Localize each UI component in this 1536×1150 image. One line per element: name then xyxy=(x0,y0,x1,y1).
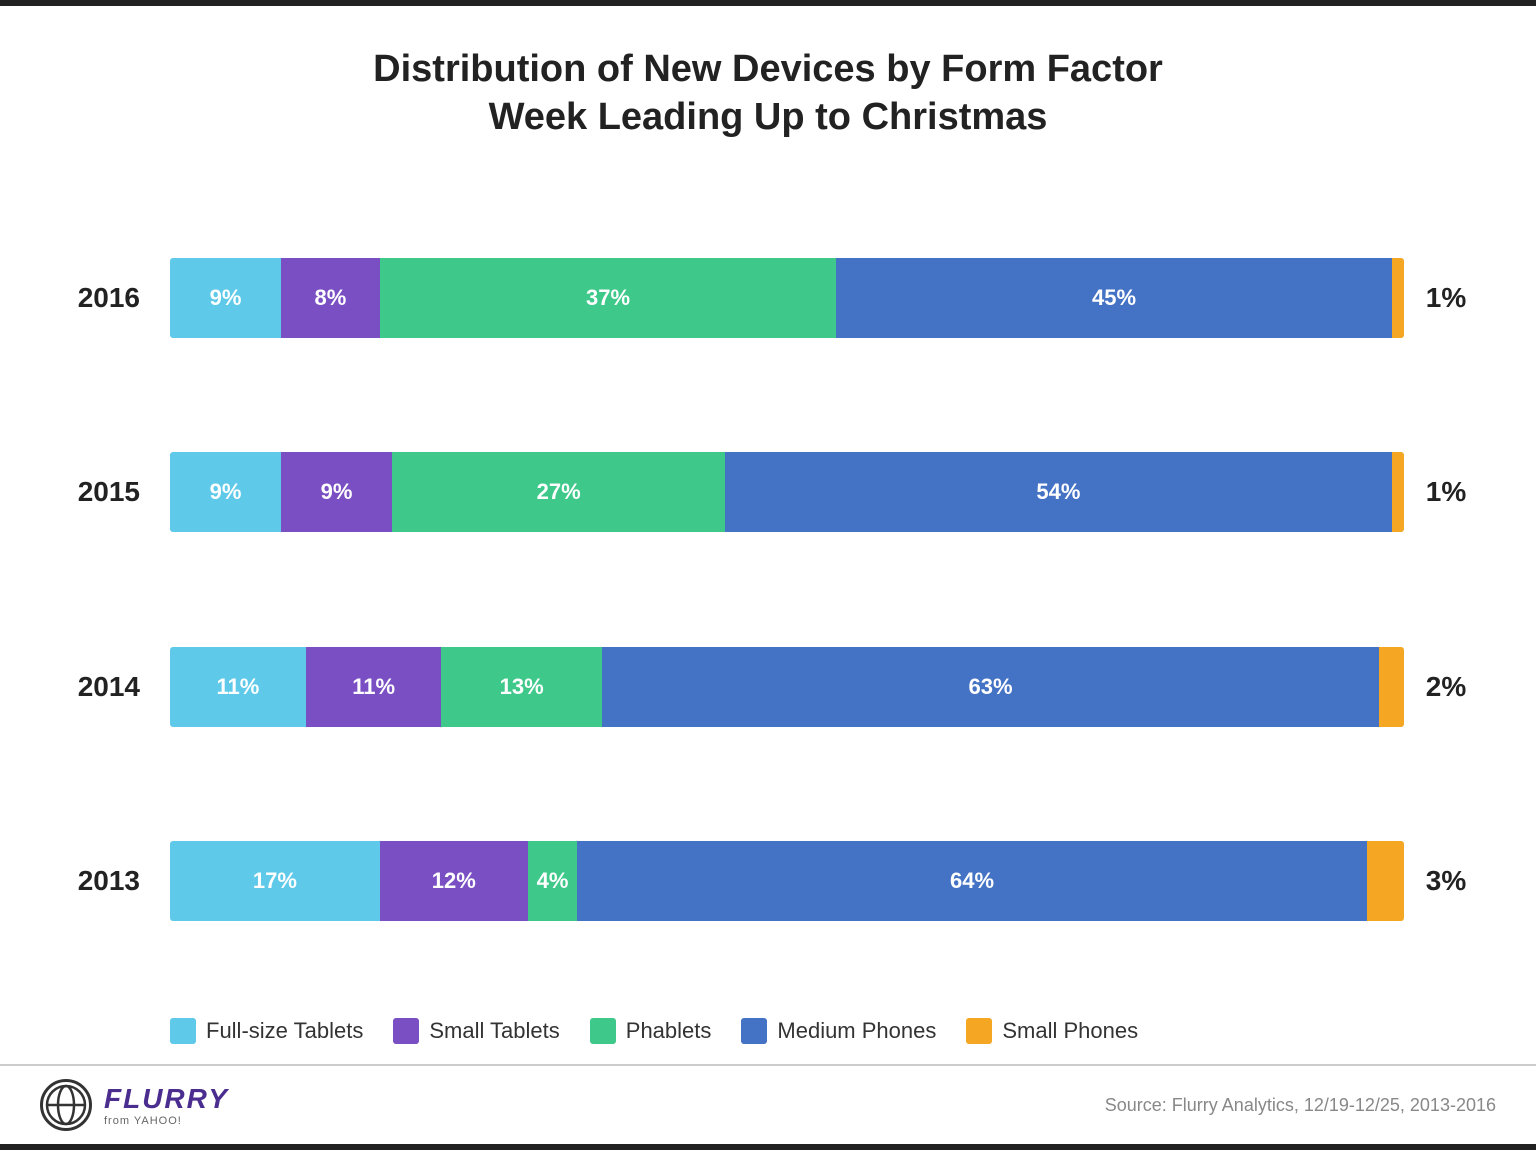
small-phone-label: 1% xyxy=(1416,282,1476,314)
legend-label-phablet: Phablets xyxy=(626,1018,712,1044)
flurry-yahoo: from YAHOO! xyxy=(104,1115,229,1127)
flurry-text-block: FLURRY from YAHOO! xyxy=(104,1083,229,1127)
bar-row: 2013 17%12%4%64% 3% xyxy=(60,841,1476,921)
legend-label-medium_phone: Medium Phones xyxy=(777,1018,936,1044)
bar-container: 11%11%13%63% xyxy=(170,647,1404,727)
year-label: 2013 xyxy=(60,865,140,897)
bar-segment-small_phone xyxy=(1392,258,1404,338)
footer: FLURRY from YAHOO! Source: Flurry Analyt… xyxy=(0,1064,1536,1144)
legend-label-small_tablet: Small Tablets xyxy=(429,1018,559,1044)
chart-area: 20169%8%37%45%1%20159%9%27%54%1%201411%1… xyxy=(60,191,1476,988)
bar-segment-small_phone xyxy=(1392,452,1404,532)
flurry-logo: FLURRY from YAHOO! xyxy=(40,1079,229,1131)
bar-segment-small_tablet: 9% xyxy=(281,452,392,532)
small-phone-label: 3% xyxy=(1416,865,1476,897)
year-label: 2014 xyxy=(60,671,140,703)
year-label: 2016 xyxy=(60,282,140,314)
legend: Full-size Tablets Small Tablets Phablets Me… xyxy=(60,1018,1476,1044)
bar-segment-small_phone xyxy=(1379,647,1404,727)
bar-segment-phablet: 13% xyxy=(441,647,601,727)
bar-segment-medium_phone: 64% xyxy=(577,841,1367,921)
legend-label-full_tablet: Full-size Tablets xyxy=(206,1018,363,1044)
bar-row: 20159%9%27%54%1% xyxy=(60,452,1476,532)
title-line2: Week Leading Up to Christmas xyxy=(489,96,1048,138)
year-label: 2015 xyxy=(60,476,140,508)
legend-label-small_phone: Small Phones xyxy=(1002,1018,1138,1044)
bar-segment-medium_phone: 63% xyxy=(602,647,1379,727)
flurry-wordmark: FLURRY xyxy=(104,1083,229,1115)
small-phone-label: 1% xyxy=(1416,476,1476,508)
legend-item-phablet: Phablets xyxy=(590,1018,712,1044)
legend-item-medium_phone: Medium Phones xyxy=(741,1018,936,1044)
flurry-circle-icon xyxy=(40,1079,92,1131)
legend-swatch-full_tablet xyxy=(170,1018,196,1044)
bar-segment-full_tablet: 11% xyxy=(170,647,306,727)
legend-swatch-medium_phone xyxy=(741,1018,767,1044)
bar-container: 9%9%27%54% xyxy=(170,452,1404,532)
legend-swatch-small_tablet xyxy=(393,1018,419,1044)
legend-swatch-small_phone xyxy=(966,1018,992,1044)
bar-segment-full_tablet: 9% xyxy=(170,258,281,338)
chart-title: Distribution of New Devices by Form Fact… xyxy=(60,46,1476,141)
bar-segment-small_tablet: 11% xyxy=(306,647,442,727)
bar-segment-full_tablet: 17% xyxy=(170,841,380,921)
legend-item-full_tablet: Full-size Tablets xyxy=(170,1018,363,1044)
small-phone-label: 2% xyxy=(1416,671,1476,703)
bar-segment-full_tablet: 9% xyxy=(170,452,281,532)
legend-item-small_tablet: Small Tablets xyxy=(393,1018,559,1044)
bar-segment-small_phone xyxy=(1367,841,1404,921)
legend-swatch-phablet xyxy=(590,1018,616,1044)
legend-item-small_phone: Small Phones xyxy=(966,1018,1138,1044)
bar-segment-small_tablet: 12% xyxy=(380,841,528,921)
bar-row: 2016 9%8%37%45% 1% xyxy=(60,258,1476,338)
source-text: Source: Flurry Analytics, 12/19-12/25, 2… xyxy=(1105,1095,1496,1116)
title-line1: Distribution of New Devices by Form Fact… xyxy=(373,48,1163,90)
bar-segment-phablet: 37% xyxy=(380,258,837,338)
bar-segment-phablet: 4% xyxy=(528,841,577,921)
bar-container: 9%8%37%45% xyxy=(170,258,1404,338)
bar-segment-medium_phone: 54% xyxy=(725,452,1391,532)
bar-segment-medium_phone: 45% xyxy=(836,258,1391,338)
main-content: Distribution of New Devices by Form Fact… xyxy=(0,6,1536,1064)
bar-row: 201411%11%13%63%2% xyxy=(60,647,1476,727)
title-block: Distribution of New Devices by Form Fact… xyxy=(60,46,1476,141)
bar-container: 17%12%4%64% xyxy=(170,841,1404,921)
bar-segment-phablet: 27% xyxy=(392,452,725,532)
bar-segment-small_tablet: 8% xyxy=(281,258,380,338)
